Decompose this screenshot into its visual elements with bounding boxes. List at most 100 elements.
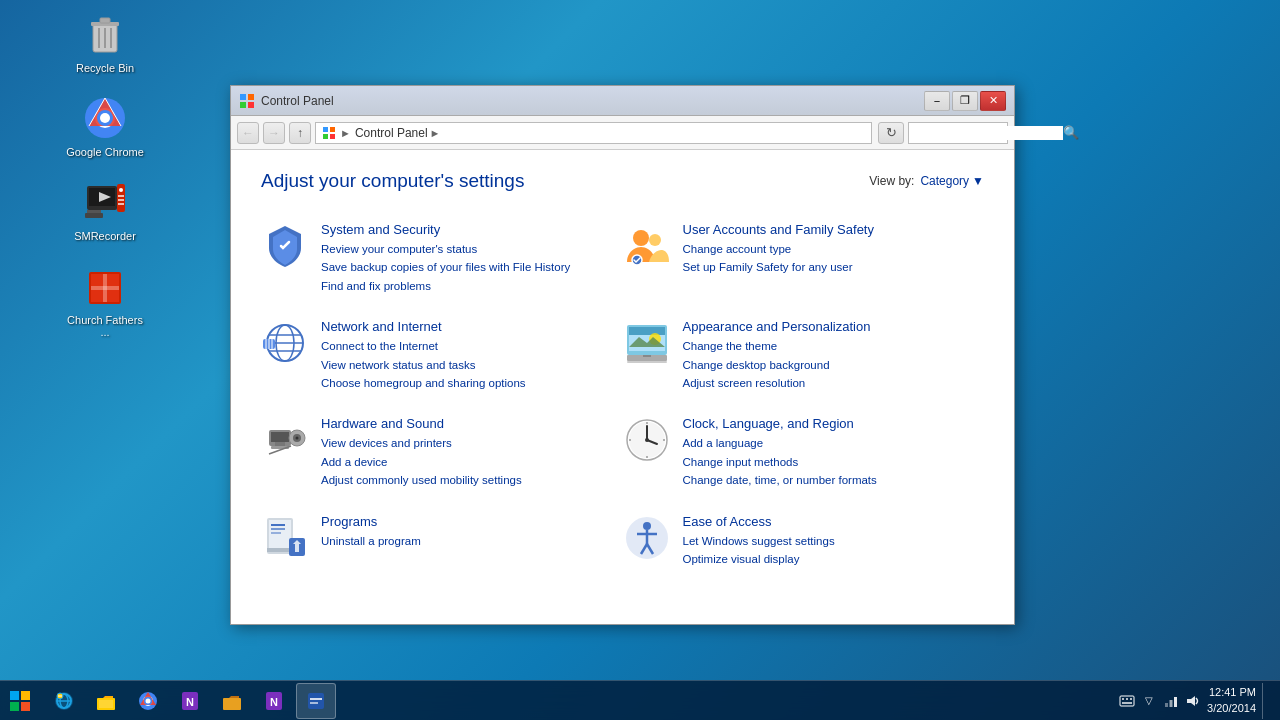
system-security-link-0[interactable]: Review your computer's status [321, 240, 613, 258]
svg-rect-72 [271, 532, 281, 534]
category-hardware-sound: Hardware and Sound View devices and prin… [261, 406, 623, 503]
clock-language-link-1[interactable]: Change input methods [683, 453, 975, 471]
svg-rect-111 [1174, 697, 1177, 707]
svg-rect-30 [323, 134, 328, 139]
network-internet-title[interactable]: Network and Internet [321, 319, 613, 334]
system-security-title[interactable]: System and Security [321, 222, 613, 237]
user-accounts-link-0[interactable]: Change account type [683, 240, 975, 258]
taskbar-explorer[interactable] [86, 683, 126, 719]
tray-show-desktop[interactable] [1262, 683, 1270, 719]
close-button[interactable]: ✕ [980, 91, 1006, 111]
svg-rect-31 [330, 134, 335, 139]
taskbar-onenote2[interactable]: N [254, 683, 294, 719]
taskbar-clock[interactable]: 12:41 PM 3/20/2014 [1207, 685, 1256, 716]
appearance-link-2[interactable]: Adjust screen resolution [683, 374, 975, 392]
page-title: Adjust your computer's settings [261, 170, 524, 192]
hardware-sound-link-0[interactable]: View devices and printers [321, 434, 613, 452]
window-app-icon [239, 93, 255, 109]
ease-of-access-title[interactable]: Ease of Access [683, 514, 975, 529]
programs-icon [261, 514, 309, 562]
category-ease-of-access: Ease of Access Let Windows suggest setti… [623, 504, 985, 583]
refresh-button[interactable]: ↻ [878, 122, 904, 144]
appearance-link-0[interactable]: Change the theme [683, 337, 975, 355]
svg-text:N: N [186, 696, 194, 708]
taskbar-chrome[interactable] [128, 683, 168, 719]
smrecorder-label: SMRecorder [74, 230, 136, 242]
search-box[interactable]: 🔍 [908, 122, 1008, 144]
taskbar-folder[interactable] [212, 683, 252, 719]
tray-minimize-icon[interactable]: ▽ [1141, 693, 1157, 709]
hardware-sound-link-2[interactable]: Adjust commonly used mobility settings [321, 471, 613, 489]
svg-rect-84 [21, 702, 30, 711]
ease-of-access-link-1[interactable]: Optimize visual display [683, 550, 975, 568]
svg-rect-25 [248, 94, 254, 100]
system-security-link-2[interactable]: Find and fix problems [321, 277, 613, 295]
svg-rect-27 [248, 102, 254, 108]
address-path[interactable]: ► Control Panel ► [315, 122, 872, 144]
appearance-link-1[interactable]: Change desktop background [683, 356, 975, 374]
chrome-label: Google Chrome [66, 146, 144, 158]
network-internet-link-0[interactable]: Connect to the Internet [321, 337, 613, 355]
svg-rect-103 [310, 702, 318, 704]
taskbar-onenote[interactable]: N [170, 683, 210, 719]
clock-language-link-2[interactable]: Change date, time, or number formats [683, 471, 975, 489]
up-button[interactable]: ↑ [289, 122, 311, 144]
svg-rect-46 [629, 327, 665, 335]
svg-rect-13 [87, 210, 101, 213]
view-by-dropdown[interactable]: Category ▼ [920, 174, 984, 188]
forward-button[interactable]: → [263, 122, 285, 144]
svg-rect-14 [85, 213, 103, 218]
programs-link-0[interactable]: Uninstall a program [321, 532, 613, 550]
taskbar-app7[interactable] [296, 683, 336, 719]
recycle-bin-label: Recycle Bin [76, 62, 134, 74]
minimize-button[interactable]: − [924, 91, 950, 111]
search-input[interactable] [913, 126, 1063, 140]
svg-rect-71 [271, 528, 285, 530]
svg-rect-18 [118, 199, 124, 201]
tray-keyboard-icon[interactable] [1119, 693, 1135, 709]
category-user-accounts: User Accounts and Family Safety Change a… [623, 212, 985, 309]
google-chrome-icon[interactable]: Google Chrome [65, 94, 145, 158]
content-header: Adjust your computer's settings View by:… [261, 170, 984, 192]
user-accounts-link-1[interactable]: Set up Family Safety for any user [683, 258, 975, 276]
svg-rect-19 [118, 203, 124, 205]
hardware-sound-title[interactable]: Hardware and Sound [321, 416, 613, 431]
appearance-title[interactable]: Appearance and Personalization [683, 319, 975, 334]
restore-button[interactable]: ❐ [952, 91, 978, 111]
svg-rect-83 [10, 702, 19, 711]
svg-rect-105 [1122, 698, 1124, 700]
ease-of-access-link-0[interactable]: Let Windows suggest settings [683, 532, 975, 550]
hardware-sound-link-1[interactable]: Add a device [321, 453, 613, 471]
svg-marker-112 [1187, 696, 1195, 706]
network-internet-text: Network and Internet Connect to the Inte… [321, 319, 613, 392]
system-security-link-1[interactable]: Save backup copies of your files with Fi… [321, 258, 613, 276]
svg-rect-23 [91, 286, 119, 290]
category-programs: Programs Uninstall a program [261, 504, 623, 583]
category-clock-language: Clock, Language, and Region Add a langua… [623, 406, 985, 503]
search-icon: 🔍 [1063, 125, 1079, 140]
svg-rect-53 [275, 442, 285, 446]
network-internet-link-1[interactable]: View network status and tasks [321, 356, 613, 374]
ease-of-access-text: Ease of Access Let Windows suggest setti… [683, 514, 975, 569]
tray-network-icon[interactable] [1163, 693, 1179, 709]
taskbar-ie[interactable] [44, 683, 84, 719]
taskbar-items: N N [40, 681, 1109, 720]
tray-volume-icon[interactable] [1185, 693, 1201, 709]
back-button[interactable]: ← [237, 122, 259, 144]
breadcrumb-path: Control Panel [355, 126, 428, 140]
programs-title[interactable]: Programs [321, 514, 613, 529]
svg-text:N: N [270, 696, 278, 708]
start-button[interactable] [0, 681, 40, 721]
hardware-sound-icon [261, 416, 309, 464]
user-accounts-title[interactable]: User Accounts and Family Safety [683, 222, 975, 237]
recycle-bin-icon[interactable]: Recycle Bin [65, 10, 145, 74]
network-internet-link-2[interactable]: Choose homegroup and sharing options [321, 374, 613, 392]
svg-rect-49 [643, 355, 651, 357]
smrecorder-icon[interactable]: SMRecorder [65, 178, 145, 242]
category-appearance: Appearance and Personalization Change th… [623, 309, 985, 406]
svg-point-33 [649, 234, 661, 246]
church-fathers-icon[interactable]: Church Fathers ... [65, 262, 145, 338]
clock-language-link-0[interactable]: Add a language [683, 434, 975, 452]
chrome-image [81, 94, 129, 142]
clock-language-title[interactable]: Clock, Language, and Region [683, 416, 975, 431]
